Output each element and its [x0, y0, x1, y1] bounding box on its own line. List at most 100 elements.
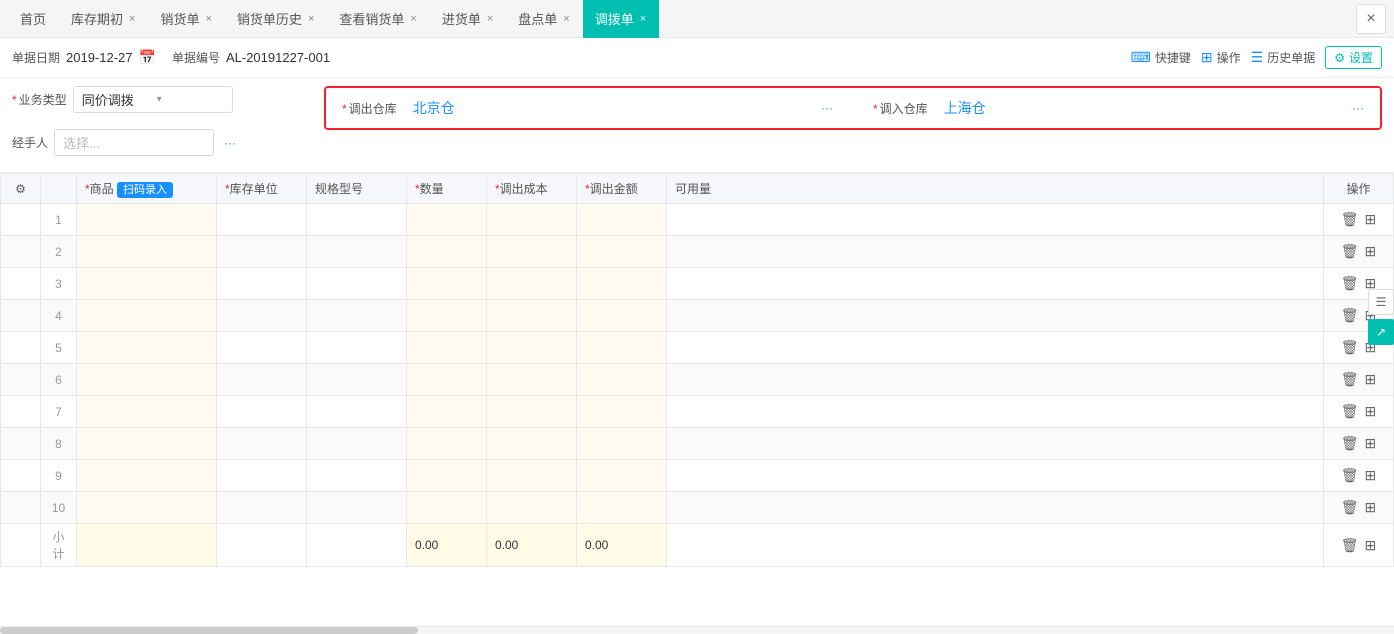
row-qty-cell[interactable]: [407, 396, 487, 428]
row-qty-cell[interactable]: [407, 492, 487, 524]
row-spec-cell[interactable]: [307, 428, 407, 460]
row-spec-cell[interactable]: [307, 268, 407, 300]
row-product-cell[interactable]: [77, 428, 217, 460]
delete-row-button[interactable]: 🗑: [1341, 537, 1359, 554]
row-unit-cell[interactable]: [217, 204, 307, 236]
delete-row-button[interactable]: 🗑: [1341, 211, 1359, 228]
tab-purchase-order-close[interactable]: ×: [487, 13, 493, 25]
row-qty-cell[interactable]: 0.00: [407, 524, 487, 567]
row-spec-cell[interactable]: [307, 236, 407, 268]
tab-bar-close-button[interactable]: ×: [1356, 4, 1386, 34]
delete-row-button[interactable]: 🗑: [1341, 307, 1359, 324]
history-button[interactable]: ☰ 历史单据: [1251, 49, 1316, 66]
row-unit-cell[interactable]: [217, 460, 307, 492]
row-cost-cell[interactable]: [487, 396, 577, 428]
row-spec-cell[interactable]: [307, 332, 407, 364]
row-spec-cell[interactable]: [307, 364, 407, 396]
row-amount-cell[interactable]: [577, 236, 667, 268]
row-spec-cell[interactable]: [307, 460, 407, 492]
row-amount-cell[interactable]: [577, 300, 667, 332]
row-cost-cell[interactable]: [487, 364, 577, 396]
row-unit-cell[interactable]: [217, 332, 307, 364]
tab-inventory-count-close[interactable]: ×: [563, 13, 569, 25]
row-product-cell[interactable]: [77, 492, 217, 524]
tab-inventory-init[interactable]: 库存期初 ×: [59, 0, 148, 38]
tab-inventory-init-close[interactable]: ×: [129, 13, 135, 25]
settings-button[interactable]: ⚙ 设置: [1325, 46, 1382, 69]
copy-row-button[interactable]: ⊞: [1365, 499, 1377, 516]
row-spec-cell[interactable]: [307, 396, 407, 428]
tab-sales-history-close[interactable]: ×: [308, 13, 314, 25]
tab-transfer-close[interactable]: ×: [640, 13, 646, 25]
copy-row-button[interactable]: ⊞: [1365, 371, 1377, 388]
copy-row-button[interactable]: ⊞: [1365, 467, 1377, 484]
row-cost-cell[interactable]: [487, 300, 577, 332]
row-qty-cell[interactable]: [407, 332, 487, 364]
copy-row-button[interactable]: ⊞: [1365, 243, 1377, 260]
calendar-icon[interactable]: 📅: [139, 49, 156, 66]
delete-row-button[interactable]: 🗑: [1341, 403, 1359, 420]
delete-row-button[interactable]: 🗑: [1341, 339, 1359, 356]
scrollbar-thumb[interactable]: [0, 627, 418, 634]
delete-row-button[interactable]: 🗑: [1341, 275, 1359, 292]
copy-row-button[interactable]: ⊞: [1365, 211, 1377, 228]
row-unit-cell[interactable]: [217, 364, 307, 396]
shortcuts-button[interactable]: ⌨ 快捷键: [1131, 49, 1191, 66]
handler-more-icon[interactable]: ···: [224, 136, 236, 150]
row-amount-cell[interactable]: [577, 492, 667, 524]
tab-view-sales[interactable]: 查看销货单 ×: [327, 0, 429, 38]
scan-button[interactable]: 扫码录入: [117, 182, 173, 198]
row-amount-cell[interactable]: [577, 204, 667, 236]
row-cost-cell[interactable]: [487, 268, 577, 300]
row-spec-cell[interactable]: [307, 524, 407, 567]
row-qty-cell[interactable]: [407, 460, 487, 492]
copy-row-button[interactable]: ⊞: [1365, 537, 1377, 554]
row-unit-cell[interactable]: [217, 268, 307, 300]
row-qty-cell[interactable]: [407, 268, 487, 300]
side-export-button[interactable]: ↗: [1368, 319, 1394, 345]
row-unit-cell[interactable]: [217, 396, 307, 428]
row-unit-cell[interactable]: [217, 236, 307, 268]
row-amount-cell[interactable]: [577, 460, 667, 492]
row-qty-cell[interactable]: [407, 204, 487, 236]
tab-purchase-order[interactable]: 进货单 ×: [430, 0, 506, 38]
row-product-cell[interactable]: [77, 204, 217, 236]
delete-row-button[interactable]: 🗑: [1341, 467, 1359, 484]
handler-select[interactable]: 选择...: [54, 129, 214, 156]
row-unit-cell[interactable]: [217, 492, 307, 524]
row-product-cell[interactable]: [77, 460, 217, 492]
row-product-cell[interactable]: [77, 332, 217, 364]
row-spec-cell[interactable]: [307, 300, 407, 332]
th-gear[interactable]: ⚙: [1, 174, 41, 204]
row-cost-cell[interactable]: [487, 332, 577, 364]
transfer-in-more-icon[interactable]: ···: [1352, 101, 1364, 115]
tab-transfer[interactable]: 调拨单 ×: [583, 0, 659, 38]
row-amount-cell[interactable]: 0.00: [577, 524, 667, 567]
row-cost-cell[interactable]: [487, 428, 577, 460]
horizontal-scrollbar[interactable]: [0, 626, 1394, 634]
row-product-cell[interactable]: [77, 396, 217, 428]
row-product-cell[interactable]: [77, 524, 217, 567]
side-list-button[interactable]: ☰: [1368, 289, 1394, 315]
row-cost-cell[interactable]: 0.00: [487, 524, 577, 567]
row-cost-cell[interactable]: [487, 492, 577, 524]
row-amount-cell[interactable]: [577, 268, 667, 300]
row-cost-cell[interactable]: [487, 236, 577, 268]
tab-view-sales-close[interactable]: ×: [410, 13, 416, 25]
delete-row-button[interactable]: 🗑: [1341, 371, 1359, 388]
row-unit-cell[interactable]: [217, 300, 307, 332]
row-amount-cell[interactable]: [577, 428, 667, 460]
delete-row-button[interactable]: 🗑: [1341, 499, 1359, 516]
row-amount-cell[interactable]: [577, 332, 667, 364]
row-product-cell[interactable]: [77, 364, 217, 396]
row-unit-cell[interactable]: [217, 428, 307, 460]
tab-inventory-count[interactable]: 盘点单 ×: [506, 0, 582, 38]
copy-row-button[interactable]: ⊞: [1365, 435, 1377, 452]
delete-row-button[interactable]: 🗑: [1341, 243, 1359, 260]
row-cost-cell[interactable]: [487, 204, 577, 236]
row-product-cell[interactable]: [77, 300, 217, 332]
tab-sales-history[interactable]: 销货单历史 ×: [225, 0, 327, 38]
transfer-out-more-icon[interactable]: ···: [821, 101, 833, 115]
row-spec-cell[interactable]: [307, 204, 407, 236]
row-product-cell[interactable]: [77, 236, 217, 268]
